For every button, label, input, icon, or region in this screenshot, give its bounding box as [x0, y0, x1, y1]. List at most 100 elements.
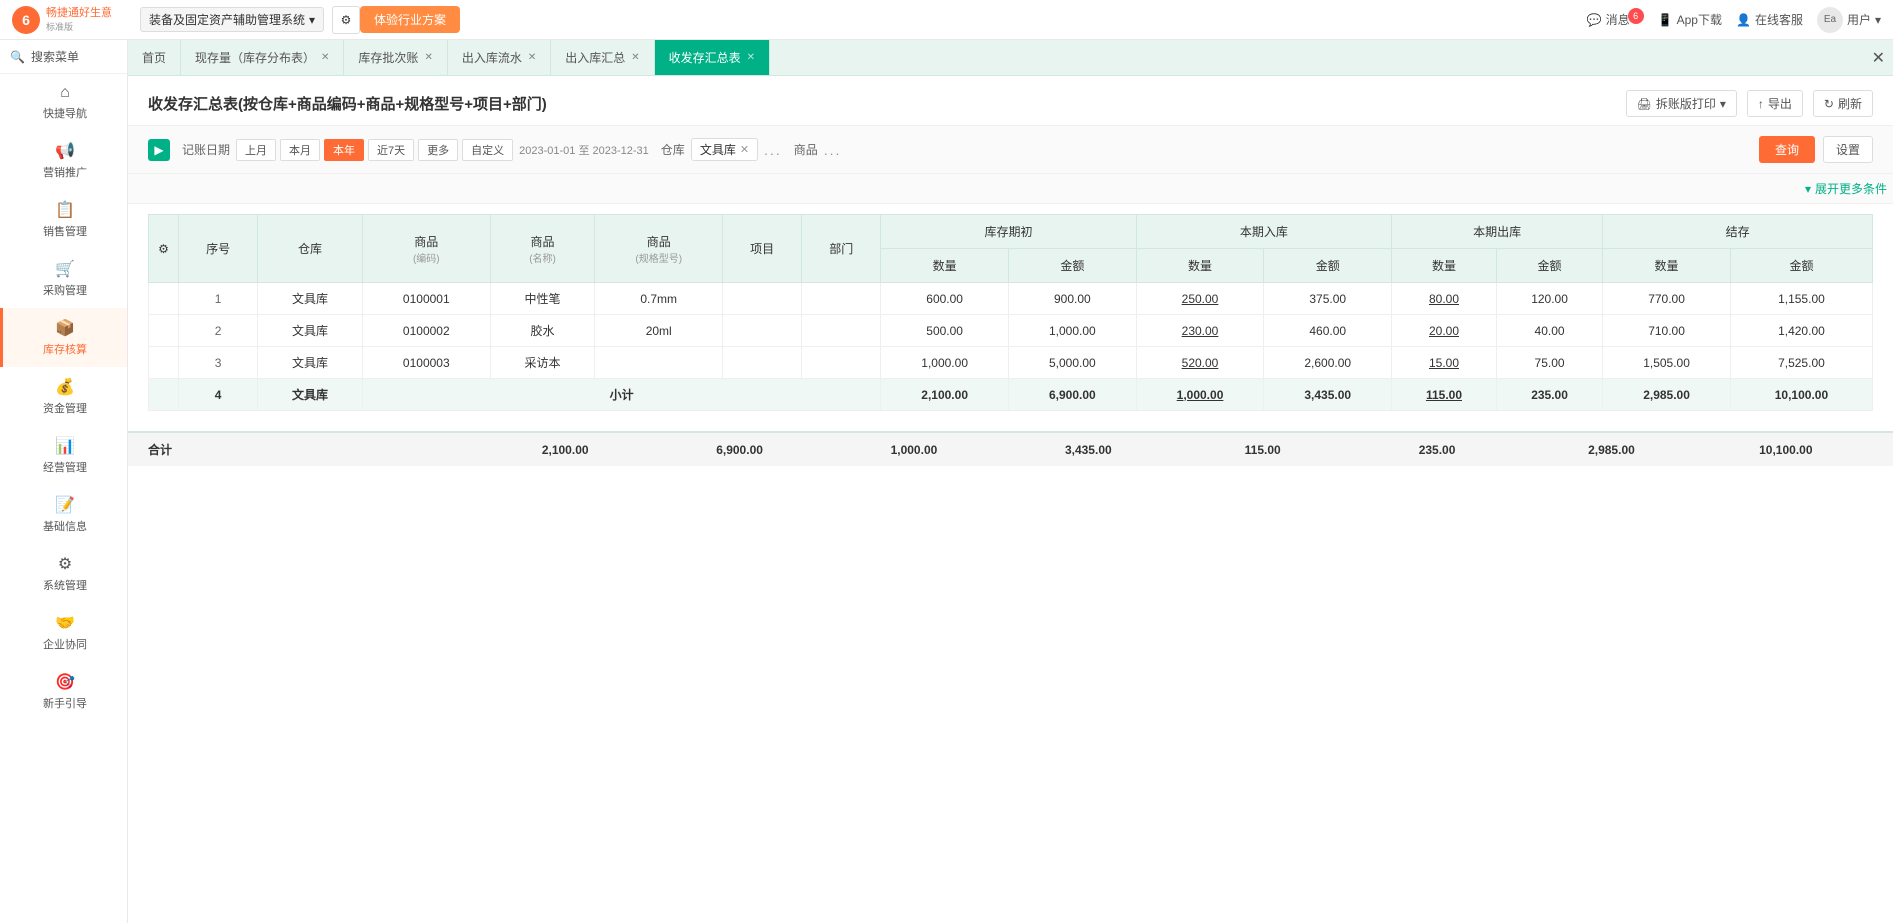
sidebar-item-label: 企业协同 [43, 636, 87, 652]
table-settings-col[interactable]: ⚙ [149, 215, 179, 283]
avatar: Ea [1817, 7, 1843, 33]
sidebar-item-marketing[interactable]: 📢 营销推广 [0, 131, 127, 190]
sidebar-item-label: 资金管理 [43, 400, 87, 416]
row-close-qty: 1,505.00 [1603, 347, 1731, 379]
current-year-btn[interactable]: 本年 [324, 139, 364, 161]
trial-button[interactable]: 体验行业方案 [360, 6, 460, 33]
footer-close-amt: 10,100.00 [1699, 443, 1873, 457]
page-title: 收发存汇总表(按仓库+商品编码+商品+规格型号+项目+部门) [148, 93, 547, 114]
export-label: 导出 [1768, 95, 1792, 112]
row-in-qty[interactable]: 250.00 [1136, 283, 1264, 315]
settings-button[interactable]: ⚙ [332, 6, 360, 34]
sidebar-item-enterprise[interactable]: 🤝 企业协同 [0, 603, 127, 662]
row-num: 2 [179, 315, 258, 347]
table-row: 1 文具库 0100001 中性笔 0.7mm 600.00 900.00 25… [149, 283, 1873, 315]
tab-close-all[interactable]: ✕ [1872, 48, 1893, 68]
th-name: 商品(名称) [490, 215, 595, 283]
refresh-button[interactable]: ↻ 刷新 [1813, 90, 1873, 117]
warehouse-tag[interactable]: 文具库 ✕ [691, 138, 758, 161]
subtotal-out-qty[interactable]: 115.00 [1392, 379, 1497, 411]
tab-receive-send[interactable]: 收发存汇总表 ✕ [655, 40, 770, 75]
export-button[interactable]: ↑ 导出 [1747, 90, 1803, 117]
tab-label: 库存批次账 [358, 49, 418, 66]
tab-close-icon[interactable]: ✕ [747, 52, 755, 63]
tab-home[interactable]: 首页 [128, 40, 181, 75]
user-area[interactable]: Ea 用户 ▾ [1817, 7, 1881, 33]
custom-date-btn[interactable]: 自定义 [462, 139, 513, 161]
query-button[interactable]: 查询 [1759, 136, 1815, 163]
sidebar-item-basic-info[interactable]: 📝 基础信息 [0, 485, 127, 544]
tab-close-icon[interactable]: ✕ [631, 52, 639, 63]
tab-summary[interactable]: 出入库汇总 ✕ [551, 40, 654, 75]
footer-open-qty: 2,100.00 [478, 443, 652, 457]
th-out-group: 本期出库 [1392, 215, 1603, 249]
print-button[interactable]: 🖨 拆账版打印 ▾ [1626, 90, 1737, 117]
date-buttons: 上月 本月 本年 近7天 更多 自定义 [236, 139, 513, 161]
7days-btn[interactable]: 近7天 [368, 139, 414, 161]
row-out-qty[interactable]: 20.00 [1392, 315, 1497, 347]
more-date-btn[interactable]: 更多 [418, 139, 458, 161]
warehouse-more-btn[interactable]: ... [764, 142, 782, 158]
messages-badge: 6 [1628, 8, 1644, 24]
sidebar-item-label: 基础信息 [43, 518, 87, 534]
sidebar-item-purchase[interactable]: 🛒 采购管理 [0, 249, 127, 308]
search-menu-button[interactable]: 🔍 搜索菜单 [0, 40, 127, 74]
th-in-group: 本期入库 [1136, 215, 1391, 249]
row-dept [802, 347, 881, 379]
row-code: 0100001 [362, 283, 490, 315]
th-spec: 商品(规格型号) [595, 215, 723, 283]
row-in-qty[interactable]: 520.00 [1136, 347, 1264, 379]
warehouse-tag-text: 文具库 [700, 141, 736, 158]
sidebar-item-inventory[interactable]: 📦 库存核算 [0, 308, 127, 367]
tab-label: 收发存汇总表 [669, 49, 741, 66]
messages-button[interactable]: 💬 消息 6 [1587, 11, 1644, 28]
sidebar-item-newcomer[interactable]: 🎯 新手引导 [0, 662, 127, 721]
current-month-btn[interactable]: 本月 [280, 139, 320, 161]
refresh-label: 刷新 [1838, 95, 1862, 112]
sidebar-item-sales[interactable]: 📋 销售管理 [0, 190, 127, 249]
filter-arrow-button[interactable]: ▶ [148, 139, 170, 161]
th-project: 项目 [723, 215, 802, 283]
expand-conditions-button[interactable]: ▾ 展开更多条件 [1805, 180, 1887, 197]
tab-close-icon[interactable]: ✕ [424, 52, 432, 63]
footer-out-amt: 235.00 [1350, 443, 1524, 457]
logo-sub: 标准版 [46, 20, 112, 33]
row-out-qty[interactable]: 15.00 [1392, 347, 1497, 379]
subtotal-close-qty: 2,985.00 [1603, 379, 1731, 411]
row-out-qty[interactable]: 80.00 [1392, 283, 1497, 315]
sidebar-item-quick-nav[interactable]: ⌂ 快捷导航 [0, 74, 127, 131]
sidebar-item-capital[interactable]: 💰 资金管理 [0, 367, 127, 426]
tab-close-icon[interactable]: ✕ [528, 52, 536, 63]
tab-flow[interactable]: 出入库流水 ✕ [448, 40, 551, 75]
footer-in-amt: 3,435.00 [1001, 443, 1175, 457]
warehouse-tag-close-icon[interactable]: ✕ [740, 143, 749, 156]
tab-close-icon[interactable]: ✕ [321, 52, 329, 63]
sidebar-item-system[interactable]: ⚙ 系统管理 [0, 544, 127, 603]
print-icon: 🖨 [1637, 97, 1652, 111]
row-in-amt: 375.00 [1264, 283, 1392, 315]
sidebar-item-operations[interactable]: 📊 经营管理 [0, 426, 127, 485]
prev-month-btn[interactable]: 上月 [236, 139, 276, 161]
system-icon: ⚙ [58, 554, 72, 574]
row-open-amt: 900.00 [1008, 283, 1136, 315]
tab-batch-ledger[interactable]: 库存批次账 ✕ [344, 40, 447, 75]
page-content: 收发存汇总表(按仓库+商品编码+商品+规格型号+项目+部门) 🖨 拆账版打印 ▾… [128, 76, 1893, 923]
row-warehouse: 文具库 [258, 315, 363, 347]
row-num: 1 [179, 283, 258, 315]
tab-inventory-dist[interactable]: 现存量（库存分布表） ✕ [181, 40, 344, 75]
row-in-qty[interactable]: 230.00 [1136, 315, 1264, 347]
online-service-button[interactable]: 👤 在线客服 [1736, 11, 1803, 28]
row-spec: 0.7mm [595, 283, 723, 315]
goods-more-btn[interactable]: ... [824, 142, 842, 158]
th-in-amt: 金额 [1264, 249, 1392, 283]
system-title: 装备及固定资产辅助管理系统 [149, 11, 305, 28]
home-icon: ⌂ [60, 84, 70, 102]
th-code: 商品(编码) [362, 215, 490, 283]
app-download-button[interactable]: 📱 App下载 [1658, 11, 1722, 28]
set-button[interactable]: 设置 [1823, 136, 1873, 163]
row-project [723, 283, 802, 315]
expand-row: ▾ 展开更多条件 [128, 174, 1893, 204]
sales-icon: 📋 [55, 200, 75, 220]
system-title-select[interactable]: 装备及固定资产辅助管理系统 ▾ [140, 7, 324, 32]
subtotal-in-qty[interactable]: 1,000.00 [1136, 379, 1264, 411]
